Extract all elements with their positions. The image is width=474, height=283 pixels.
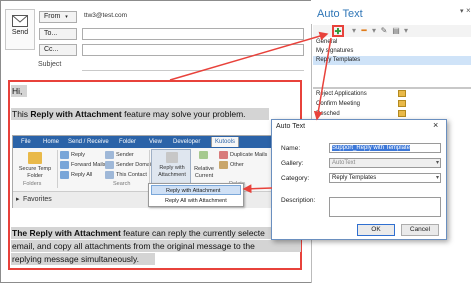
from-button[interactable]: From ▾ [39, 11, 77, 23]
auto-text-insert-icon[interactable] [398, 110, 406, 117]
tree-item-reply-templates[interactable]: Reply Templates [313, 56, 471, 65]
dialog-title: Auto Text [276, 123, 306, 130]
auto-text-entry[interactable]: Resched [316, 110, 340, 118]
send-envelope-icon [12, 15, 28, 27]
tab-folder[interactable]: Folder [119, 138, 136, 146]
duplicate-mails-icon [219, 151, 228, 159]
chevron-down-icon[interactable]: ▾ [349, 26, 359, 36]
favorites-label[interactable]: Favorites [23, 196, 52, 203]
tab-send-receive[interactable]: Send / Receive [68, 138, 109, 146]
this-contact-button[interactable]: This Contact [116, 172, 147, 179]
chevron-down-icon[interactable]: ▾ [401, 26, 411, 36]
ribbon-tab-bar: File Home Send / Receive Folder View Dev… [13, 136, 277, 148]
forward-icon [60, 161, 69, 169]
collapse-icon[interactable]: ▸ [16, 195, 20, 203]
send-label: Send [11, 29, 29, 36]
name-label: Name: [281, 145, 301, 152]
chevron-down-icon: ▾ [65, 14, 68, 20]
sender-icon [105, 151, 114, 159]
close-icon[interactable]: × [466, 6, 471, 15]
to-field[interactable] [82, 28, 304, 40]
from-address: ttw3@test.com [84, 12, 128, 19]
edit-icon[interactable]: ✎ [379, 26, 389, 36]
add-icon[interactable]: ✚ [332, 25, 344, 37]
relative-current-button[interactable]: Relative Current [190, 166, 218, 180]
auto-text-insert-icon[interactable] [398, 100, 406, 107]
tab-home[interactable]: Home [43, 138, 59, 146]
ribbon-divider [57, 150, 58, 188]
chevron-down-icon: ▾ [435, 175, 439, 181]
close-icon[interactable]: × [433, 120, 438, 130]
gallery-label: Gallery: [281, 160, 304, 167]
subject-label: Subject [38, 61, 62, 68]
paragraph-line-3[interactable]: replying message simultaneously. [12, 254, 139, 264]
menu-item-reply-with-attachment[interactable]: Reply with Attachment [151, 185, 241, 195]
reply-all-button[interactable]: Reply All [71, 172, 92, 179]
tab-kutools[interactable]: Kutools [211, 137, 240, 147]
intro-post: feature may solve your problem. [121, 109, 246, 119]
cancel-button[interactable]: Cancel [401, 224, 439, 236]
pane-toolbar: ✚ ▾ ━ ▾ ✎ ▤ ▾ [313, 25, 471, 37]
chevron-down-icon[interactable]: ▾ [369, 26, 379, 36]
category-label: Category: [281, 175, 310, 182]
cc-button[interactable]: Cc... [39, 44, 77, 56]
reply-with-attachment-label: Reply with Attachment [158, 165, 186, 178]
tree-item-my-signatures[interactable]: My signatures [316, 47, 353, 56]
reply-button[interactable]: Reply [71, 152, 85, 159]
group-folders-label: Folders [23, 181, 42, 187]
reply-attachment-dropdown: Reply with Attachment Reply All with Att… [148, 183, 244, 207]
pane-splitter[interactable] [313, 87, 471, 89]
intro-pre: This [12, 109, 31, 119]
body-paragraph-line[interactable]: The Reply with Attachment feature can re… [12, 228, 265, 238]
reply-with-attachment-button[interactable]: Reply with Attachment [151, 149, 191, 185]
reply-all-icon [60, 171, 69, 179]
document-icon[interactable]: ▤ [391, 26, 401, 36]
gallery-select[interactable]: AutoText ▾ [329, 158, 441, 168]
paragraph-line-1: feature can reply the currently selecte [120, 228, 265, 238]
folder-icon [28, 152, 42, 164]
tree-item-general[interactable]: General [316, 38, 337, 47]
chevron-down-icon[interactable]: ▾ [460, 7, 464, 15]
minus-icon[interactable]: ━ [359, 26, 369, 36]
other-button[interactable]: Other [230, 162, 244, 169]
contact-icon [105, 171, 114, 179]
intro-line[interactable]: This Reply with Attachment feature may s… [12, 109, 246, 119]
intro-feature-name: Reply with Attachment [30, 109, 122, 119]
from-label: From [44, 13, 61, 20]
auto-text-entry[interactable]: Confirm Meeting [316, 100, 360, 108]
secure-temp-folder-button[interactable]: Secure Temp Folder [16, 166, 54, 180]
menu-item-reply-all-with-attachment[interactable]: Reply All with Attachment [151, 196, 241, 206]
auto-text-insert-icon[interactable] [398, 90, 406, 97]
tab-view[interactable]: View [149, 138, 162, 146]
group-search-label: Search [113, 181, 131, 187]
cc-field[interactable] [82, 44, 304, 56]
paragraph-line-2[interactable]: email, and copy all attachments from the… [12, 241, 255, 251]
ok-button[interactable]: OK [357, 224, 395, 236]
paperclip-mail-icon [166, 152, 178, 163]
forward-button[interactable]: Forward Mails [71, 162, 106, 169]
chevron-down-icon: ▾ [435, 160, 439, 166]
to-button[interactable]: To... [39, 28, 77, 40]
name-value: Support_Reply with Template [332, 145, 410, 151]
other-icon [219, 161, 228, 169]
sender-domain-icon [105, 161, 114, 169]
duplicate-mails-button[interactable]: Duplicate Mails [230, 152, 267, 159]
category-select[interactable]: Reply Templates ▾ [329, 173, 441, 183]
paragraph-feature-name: The Reply with Attachment [12, 228, 121, 238]
send-button[interactable]: Send [5, 9, 35, 50]
greeting-text[interactable]: Hi, [12, 86, 22, 96]
pane-title: Auto Text [311, 0, 474, 24]
reply-icon [60, 151, 69, 159]
tab-developer[interactable]: Developer [173, 138, 200, 146]
subject-field[interactable] [82, 70, 304, 71]
description-label: Description: [281, 197, 316, 204]
relative-current-icon [199, 151, 208, 159]
sender-button[interactable]: Sender [116, 152, 134, 159]
name-input[interactable]: Support_Reply with Template [329, 143, 441, 153]
category-value: Reply Templates [332, 175, 377, 181]
description-input[interactable] [329, 197, 441, 217]
gallery-value: AutoText [332, 160, 356, 166]
tab-file[interactable]: File [21, 138, 31, 146]
auto-text-entry[interactable]: Reject Applications [316, 90, 367, 98]
